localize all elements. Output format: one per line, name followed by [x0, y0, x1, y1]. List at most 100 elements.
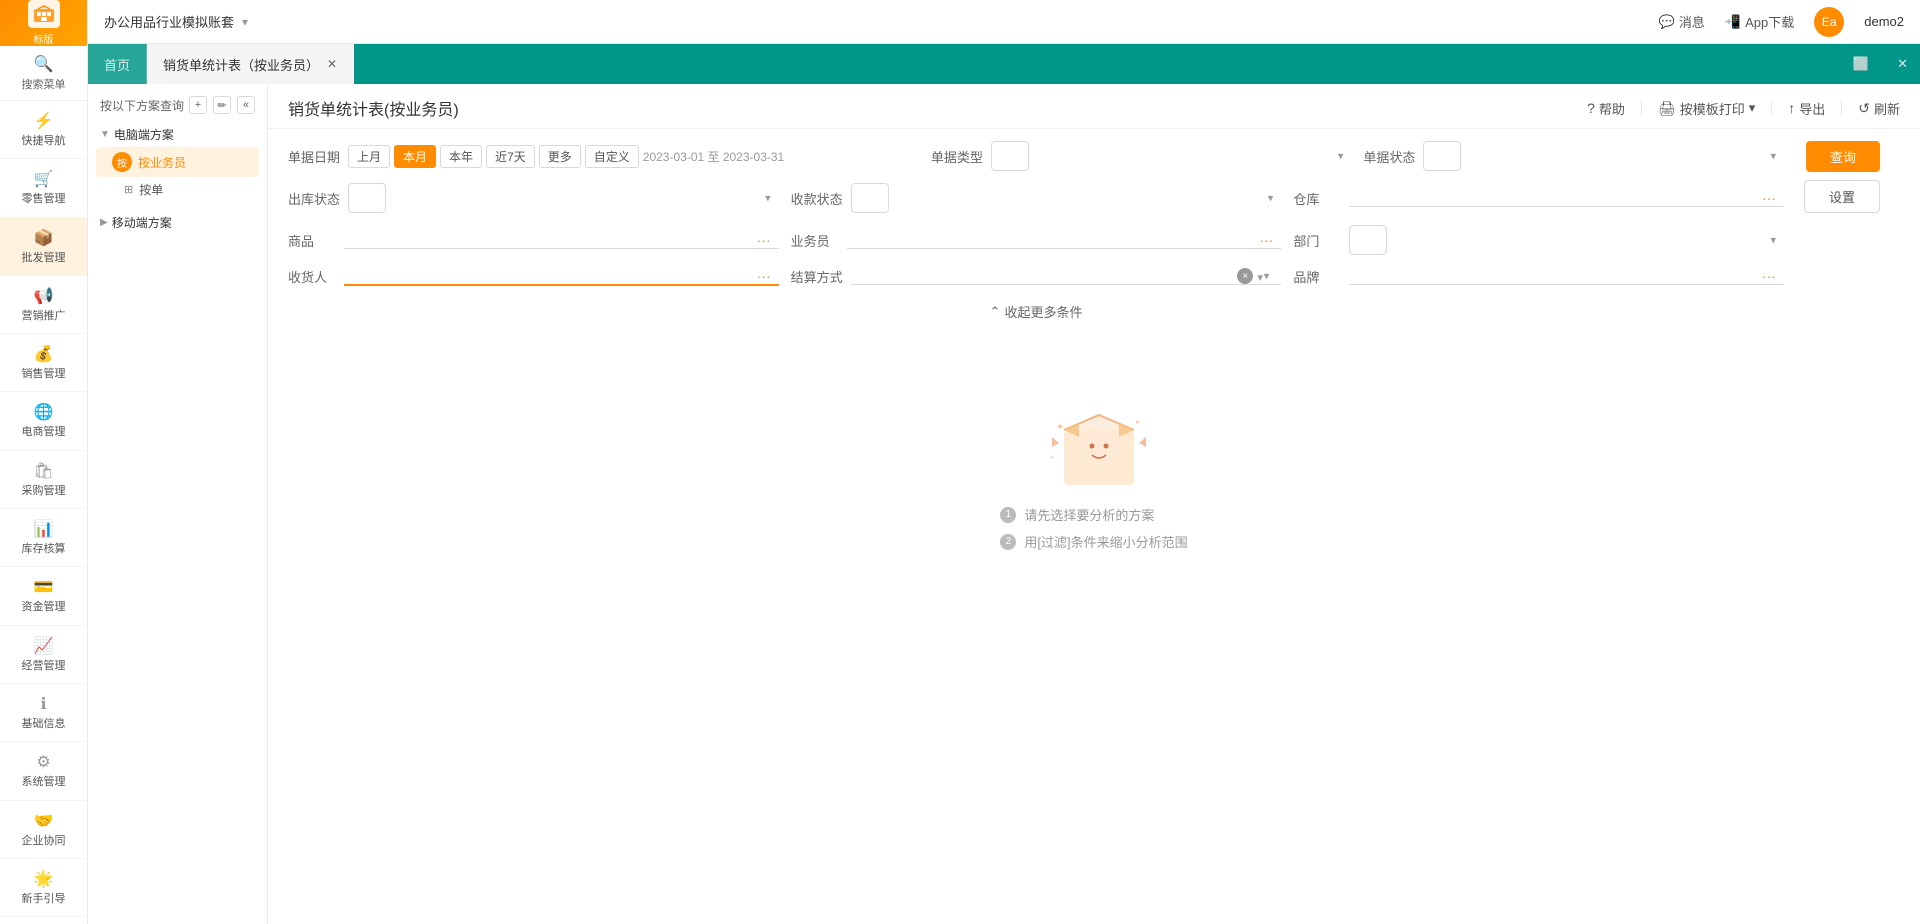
receiver-input[interactable] — [348, 268, 753, 283]
date-btn-more[interactable]: 更多 — [539, 145, 581, 168]
sidebar-item-ecom[interactable]: 🌐 电商管理 — [0, 392, 87, 450]
plus-icon: + — [195, 99, 201, 111]
help-button[interactable]: ? 帮助 — [1587, 99, 1625, 118]
empty-state: ✦ ✦ ✦ 1 请先选择要分析的方案 2 用[过滤]条件来缩小分析范围 — [268, 325, 1920, 611]
collapse-scheme-panel-button[interactable]: « — [237, 96, 255, 114]
logo[interactable]: 标版 — [0, 0, 88, 46]
scheme-panel-header: 按以下方案查询 + ✏ « — [88, 92, 267, 122]
goods-dots-button[interactable]: ··· — [753, 232, 775, 248]
scheme-group-mobile-title[interactable]: ▶ 移动端方案 — [96, 210, 259, 235]
brand-input[interactable] — [1353, 269, 1758, 284]
payment-status-label: 收款状态 — [791, 189, 843, 208]
doc-type-select[interactable] — [991, 141, 1029, 171]
sidebar-item-enterprise[interactable]: 🤝 企业协同 — [0, 801, 87, 859]
staff-label: 业务员 — [791, 231, 839, 250]
sidebar-item-wholesale[interactable]: 📦 批发管理 — [0, 218, 87, 276]
staff-input[interactable] — [851, 232, 1256, 247]
add-scheme-button[interactable]: + — [189, 96, 207, 114]
query-form-area: 单据日期 上月 本月 本年 近7天 更多 自定义 2023-03-01 至 20… — [288, 141, 1784, 325]
sidebar-item-basic[interactable]: ℹ 基础信息 — [0, 684, 87, 742]
brand-dots-button[interactable]: ··· — [1758, 268, 1780, 284]
date-range: 2023-03-01 至 2023-03-31 — [643, 148, 784, 165]
mobile-group-label: 移动端方案 — [112, 214, 172, 231]
date-btn-last7[interactable]: 近7天 — [486, 145, 535, 168]
doc-status-select[interactable] — [1423, 141, 1461, 171]
sidebar-item-system[interactable]: ⚙ 系统管理 — [0, 742, 87, 800]
purchase-label: 采购管理 — [22, 484, 66, 498]
scheme-item-by-staff[interactable]: 按 按业务员 — [96, 147, 259, 177]
divider1 — [1641, 100, 1642, 116]
sidebar-item-shortcut[interactable]: ⚡ 快捷导航 — [0, 101, 87, 159]
settle-clear-button[interactable]: × — [1237, 268, 1253, 284]
ship-status-select[interactable] — [348, 183, 386, 213]
tab-close-window-button[interactable]: ✕ — [1885, 56, 1920, 72]
date-btn-custom[interactable]: 自定义 — [585, 145, 639, 168]
dept-select[interactable] — [1349, 225, 1387, 255]
system-icon: ⚙ — [36, 752, 50, 772]
query-button[interactable]: 查询 — [1806, 141, 1880, 172]
empty-tip-1: 1 请先选择要分析的方案 — [1000, 505, 1187, 524]
scheme-item-by-order[interactable]: ⊞ 按单 — [96, 177, 259, 202]
date-btn-last-month[interactable]: 上月 — [348, 145, 390, 168]
sidebar-item-newbie[interactable]: 🌟 新手引导 — [0, 859, 87, 917]
warehouse-input[interactable] — [1353, 190, 1758, 205]
export-label: 导出 — [1799, 99, 1825, 118]
scheme-group-desktop-title[interactable]: ▼ 电脑端方案 — [96, 122, 259, 147]
mobile-group-expand-icon: ▶ — [100, 217, 108, 228]
sidebar-item-inventory[interactable]: 📊 库存核算 — [0, 509, 87, 567]
brand-label: 品牌 — [1293, 267, 1341, 286]
search-menu-button[interactable]: 🔍 搜索菜单 — [0, 46, 87, 101]
print-button[interactable]: 🖨 按模板打印 ▾ — [1658, 99, 1755, 118]
ecom-icon: 🌐 — [34, 402, 54, 422]
form-actions: 查询 设置 — [1784, 141, 1900, 325]
form-item-ship-status: 出库状态 — [288, 183, 779, 213]
app-download-label: App下载 — [1745, 12, 1794, 31]
message-label: 消息 — [1679, 12, 1705, 31]
refresh-button[interactable]: ↺ 刷新 — [1858, 99, 1900, 118]
edit-scheme-button[interactable]: ✏ — [213, 96, 231, 114]
sub-item-icon: ⊞ — [124, 183, 133, 196]
avatar[interactable]: Ea — [1814, 7, 1844, 37]
tab-maximize-button[interactable]: ⬜ — [1841, 56, 1881, 72]
date-btn-this-year[interactable]: 本年 — [440, 145, 482, 168]
message-button[interactable]: 💬 消息 — [1659, 12, 1705, 31]
form-item-staff: 业务员 ··· — [791, 231, 1282, 250]
sidebar-item-operation[interactable]: 📈 经营管理 — [0, 626, 87, 684]
sidebar-item-purchase[interactable]: 🛍 采购管理 — [0, 451, 87, 509]
settle-arrow-icon: ▾ — [1257, 272, 1263, 284]
purchase-icon: 🛍 — [33, 461, 53, 481]
tab-sales-stat[interactable]: 销货单统计表（按业务员） ✕ — [147, 44, 354, 84]
retail-label: 零售管理 — [22, 192, 66, 206]
goods-input[interactable] — [348, 232, 753, 247]
warehouse-dots-button[interactable]: ··· — [1758, 190, 1780, 206]
finance-icon: 💳 — [34, 577, 54, 597]
group-label: 电脑端方案 — [114, 126, 174, 143]
system-label: 系统管理 — [22, 775, 66, 789]
sidebar-item-app-center[interactable]: 📱 应用中心 — [0, 917, 87, 924]
settle-label: 结算方式 — [791, 267, 843, 286]
app-download-button[interactable]: 📲 App下载 — [1725, 12, 1794, 31]
collapse-conditions-button[interactable]: ⌃ 收起更多条件 — [974, 298, 1099, 325]
sidebar-item-marketing[interactable]: 📢 营销推广 — [0, 276, 87, 334]
sidebar-item-finance[interactable]: 💳 资金管理 — [0, 567, 87, 625]
form-item-doc-status: 单据状态 — [1363, 141, 1784, 171]
receiver-dots-button[interactable]: ··· — [753, 268, 775, 284]
payment-status-select[interactable] — [851, 183, 889, 213]
sidebar-item-retail[interactable]: 🛒 零售管理 — [0, 159, 87, 217]
header-right: 💬 消息 📲 App下载 Ea demo2 — [1659, 7, 1904, 37]
group-expand-icon: ▼ — [100, 129, 110, 140]
sidebar-item-sales[interactable]: 💰 销售管理 — [0, 334, 87, 392]
doc-type-label: 单据类型 — [931, 147, 983, 166]
staff-dots-button[interactable]: ··· — [1255, 232, 1277, 248]
doc-status-select-wrapper — [1423, 141, 1784, 171]
settings-button[interactable]: 设置 — [1804, 180, 1880, 213]
user-name[interactable]: demo2 — [1864, 14, 1904, 29]
operation-icon: 📈 — [34, 636, 54, 656]
logo-icon — [28, 0, 60, 28]
tab-close-icon[interactable]: ✕ — [327, 57, 337, 71]
export-button[interactable]: ↑ 导出 — [1788, 99, 1825, 118]
date-btn-this-month[interactable]: 本月 — [394, 145, 436, 168]
basic-label: 基础信息 — [22, 717, 66, 731]
tab-home[interactable]: 首页 — [88, 44, 147, 84]
shortcut-icon: ⚡ — [34, 111, 54, 131]
